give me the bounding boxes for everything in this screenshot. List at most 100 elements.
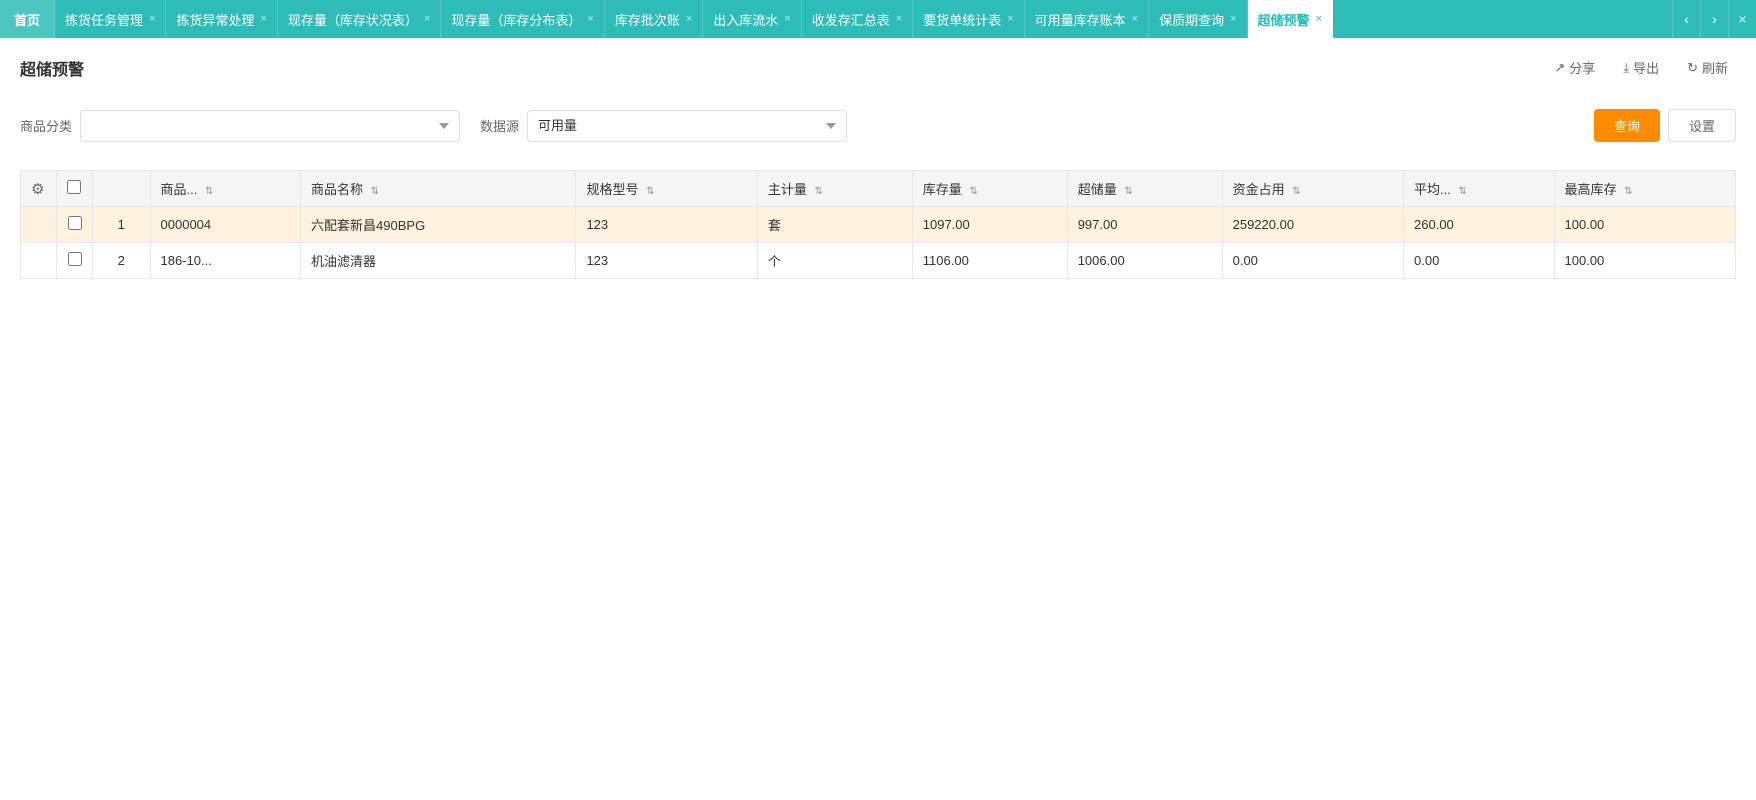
row-spec-1: 123 — [576, 243, 757, 279]
row-max-stock-1: 100.00 — [1554, 243, 1735, 279]
th-avg[interactable]: 平均... ⇅ — [1404, 171, 1555, 207]
tab-label-2: 现存量（库存状况表） — [288, 10, 418, 29]
tab-list: 拣货任务管理×拣货异常处理×现存量（库存状况表）×现存量（库存分布表）×库存批次… — [55, 0, 1333, 38]
th-settings: ⚙ — [21, 171, 57, 207]
tab-label-10: 超储预警 — [1258, 10, 1310, 29]
tab-close-0[interactable]: × — [149, 13, 155, 25]
th-max-stock-label: 最高库存 — [1565, 182, 1617, 197]
sort-name-icon: ⇅ — [371, 186, 379, 197]
th-name-label: 商品名称 — [311, 182, 363, 197]
tab-nav-arrows: ‹ › × — [1672, 0, 1756, 38]
th-max-stock[interactable]: 最高库存 ⇅ — [1554, 171, 1735, 207]
table-body: 1 0000004 六配套新昌490BPG 123 套 1097.00 997.… — [21, 207, 1736, 279]
datasource-select[interactable]: 可用量 — [527, 110, 847, 142]
tab-label-1: 拣货异常处理 — [176, 10, 254, 29]
tab-close-4[interactable]: × — [686, 13, 692, 25]
page-actions: ↗ 分享 ⤓ 导出 ↻ 刷新 — [1546, 54, 1736, 81]
tab-label-0: 拣货任务管理 — [65, 10, 143, 29]
row-checkbox-0[interactable] — [68, 216, 82, 230]
th-num — [93, 171, 151, 207]
table-row: 2 186-10... 机油滤清器 123 个 1106.00 1006.00 … — [21, 243, 1736, 279]
sort-spec-icon: ⇅ — [646, 186, 654, 197]
tab-2[interactable]: 现存量（库存状况表） × — [278, 0, 441, 38]
th-name[interactable]: 商品名称 ⇅ — [301, 171, 576, 207]
tab-close-8[interactable]: × — [1132, 13, 1138, 25]
th-spec[interactable]: 规格型号 ⇅ — [576, 171, 757, 207]
th-stock[interactable]: 库存量 ⇅ — [912, 171, 1067, 207]
tab-close-2[interactable]: × — [424, 13, 430, 25]
settings-gear-icon[interactable]: ⚙ — [31, 181, 44, 198]
page-title: 超储预警 — [20, 56, 84, 80]
tab-label-4: 库存批次账 — [615, 10, 680, 29]
row-overflow-1: 1006.00 — [1067, 243, 1222, 279]
share-button[interactable]: ↗ 分享 — [1546, 54, 1603, 81]
tab-9[interactable]: 保质期查询× — [1149, 0, 1247, 38]
th-unit[interactable]: 主计量 ⇅ — [757, 171, 912, 207]
tab-label-5: 出入库流水 — [713, 10, 778, 29]
tab-close-1[interactable]: × — [260, 13, 266, 25]
row-code-1: 186-10... — [150, 243, 301, 279]
tab-8[interactable]: 可用量库存账本× — [1025, 0, 1149, 38]
tab-label-6: 收发存汇总表 — [812, 10, 890, 29]
topbar: 首页 拣货任务管理×拣货异常处理×现存量（库存状况表）×现存量（库存分布表）×库… — [0, 0, 1756, 38]
tab-close-5[interactable]: × — [784, 13, 790, 25]
tab-close-9[interactable]: × — [1230, 13, 1236, 25]
th-checkbox — [57, 171, 93, 207]
main-content: 超储预警 ↗ 分享 ⤓ 导出 ↻ 刷新 商品分类 数据源 — [0, 38, 1756, 800]
tab-5[interactable]: 出入库流水 × — [703, 0, 801, 38]
tab-3[interactable]: 现存量（库存分布表） × — [441, 0, 604, 38]
tab-close-3[interactable]: × — [587, 13, 593, 25]
tab-7[interactable]: 要货单统计表× — [913, 0, 1024, 38]
row-name-1: 机油滤清器 — [301, 243, 576, 279]
category-label: 商品分类 — [20, 116, 72, 135]
export-label: 导出 — [1633, 58, 1659, 77]
tab-4[interactable]: 库存批次账 × — [605, 0, 703, 38]
th-stock-label: 库存量 — [923, 182, 962, 197]
export-icon: ⤓ — [1623, 60, 1629, 76]
tab-close-10[interactable]: × — [1316, 13, 1322, 25]
th-overflow[interactable]: 超储量 ⇅ — [1067, 171, 1222, 207]
tab-prev-button[interactable]: ‹ — [1672, 0, 1700, 38]
sort-code-icon: ⇅ — [205, 186, 213, 197]
th-avg-label: 平均... — [1414, 182, 1451, 197]
tab-close-6[interactable]: × — [896, 13, 902, 25]
th-spec-label: 规格型号 — [586, 182, 638, 197]
row-checkbox-1[interactable] — [68, 252, 82, 266]
row-capital-1: 0.00 — [1222, 243, 1403, 279]
sort-overflow-icon: ⇅ — [1124, 186, 1132, 197]
row-code-0: 0000004 — [150, 207, 301, 243]
th-code[interactable]: 商品... ⇅ — [150, 171, 301, 207]
refresh-label: 刷新 — [1702, 58, 1728, 77]
th-unit-label: 主计量 — [768, 182, 807, 197]
refresh-button[interactable]: ↻ 刷新 — [1679, 54, 1736, 81]
select-all-checkbox[interactable] — [67, 180, 81, 194]
th-capital-label: 资金占用 — [1233, 182, 1285, 197]
tab-next-button[interactable]: › — [1700, 0, 1728, 38]
home-tab[interactable]: 首页 — [0, 0, 55, 38]
th-capital[interactable]: 资金占用 ⇅ — [1222, 171, 1403, 207]
refresh-icon: ↻ — [1687, 60, 1698, 76]
row-avg-1: 0.00 — [1404, 243, 1555, 279]
tab-label-3: 现存量（库存分布表） — [451, 10, 581, 29]
row-stock-1: 1106.00 — [912, 243, 1067, 279]
home-label: 首页 — [14, 10, 40, 29]
tab-6[interactable]: 收发存汇总表 × — [802, 0, 913, 38]
sort-max-stock-icon: ⇅ — [1624, 186, 1632, 197]
row-unit-1: 个 — [757, 243, 912, 279]
query-button[interactable]: 查询 — [1594, 109, 1660, 142]
tab-10[interactable]: 超储预警 × — [1248, 0, 1333, 38]
tab-menu-button[interactable]: × — [1728, 0, 1756, 38]
sort-unit-icon: ⇅ — [814, 186, 822, 197]
sort-capital-icon: ⇅ — [1292, 186, 1300, 197]
datasource-filter: 数据源 可用量 — [480, 110, 847, 142]
tab-close-7[interactable]: × — [1007, 13, 1013, 25]
category-select[interactable] — [80, 110, 460, 142]
share-label: 分享 — [1569, 58, 1595, 77]
row-num-1: 2 — [93, 243, 151, 279]
tab-1[interactable]: 拣货异常处理 × — [166, 0, 277, 38]
table-header-row: ⚙ 商品... ⇅ 商品名称 ⇅ 规格型号 ⇅ — [21, 171, 1736, 207]
tab-0[interactable]: 拣货任务管理 × — [55, 0, 166, 38]
page-header: 超储预警 ↗ 分享 ⤓ 导出 ↻ 刷新 — [20, 54, 1736, 81]
settings-button[interactable]: 设置 — [1668, 109, 1736, 142]
export-button[interactable]: ⤓ 导出 — [1615, 54, 1667, 81]
